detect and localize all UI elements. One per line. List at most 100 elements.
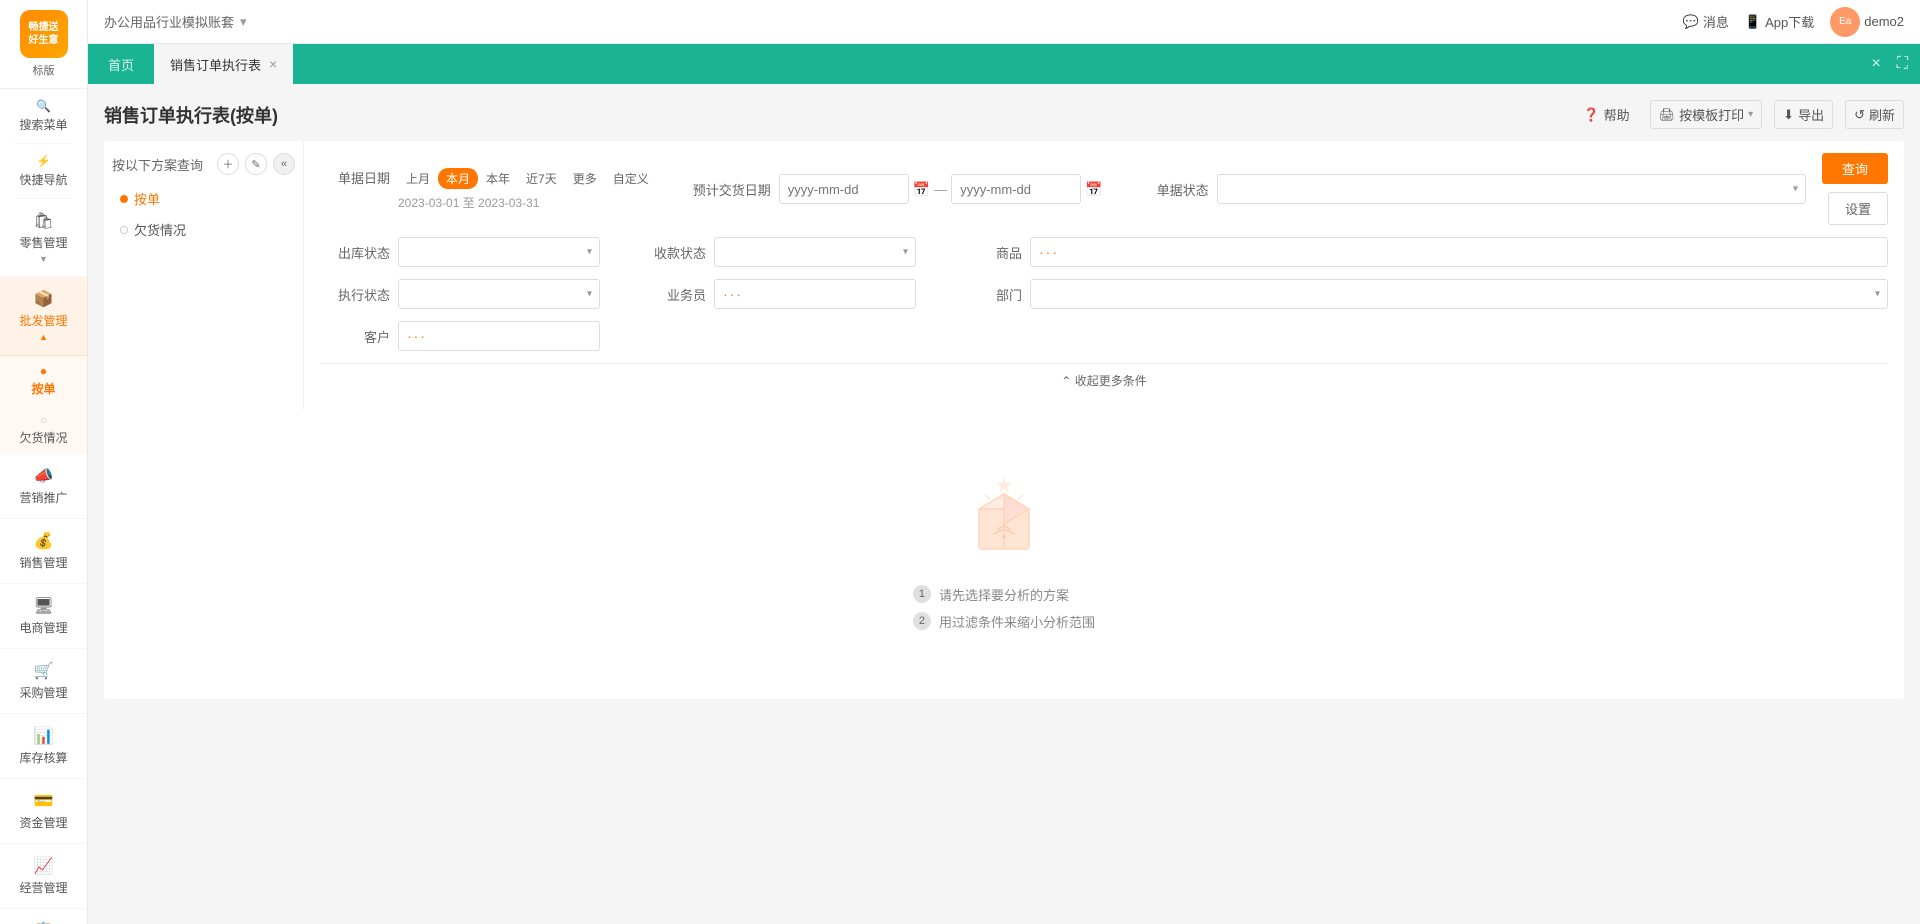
status-select[interactable] <box>1217 174 1806 204</box>
out-status-control: ▾ <box>398 237 600 267</box>
sidebar-item-purchase[interactable]: 🛒 采购管理 <box>0 649 87 714</box>
date-tab-custom[interactable]: 自定义 <box>605 168 657 189</box>
out-status-label: 出库状态 <box>320 243 390 262</box>
date-tab-last-month[interactable]: 上月 <box>398 168 438 189</box>
user-profile-button[interactable]: Ea demo2 <box>1830 7 1904 37</box>
scheme-item-shortage-label: 欠货情况 <box>134 220 186 239</box>
sidebar-item-operations[interactable]: 📈 经营管理 <box>0 844 87 909</box>
message-label: 消息 <box>1703 12 1729 31</box>
tab-fullscreen-button[interactable]: ⛶ <box>1893 51 1912 77</box>
quick-nav-icon: ⚡ <box>36 154 51 168</box>
page-header: 销售订单执行表(按单) ❓ 帮助 🖨 按模板打印 ▾ ⬇ 导出 ↺ 刷新 <box>104 100 1904 129</box>
exec-status-control: ▾ <box>398 279 600 309</box>
date-controls: 上月 本月 本年 近7天 更多 自定义 2023-03-01 至 2023-03… <box>398 168 657 211</box>
topbar-right: 💬 消息 📱 App下载 Ea demo2 <box>1683 7 1904 37</box>
quick-nav-label: 快捷导航 <box>19 171 67 188</box>
refresh-button[interactable]: ↺ 刷新 <box>1845 100 1904 129</box>
topbar-arrow[interactable]: ▾ <box>240 14 247 30</box>
filter-scheme-panel: 按以下方案查询 ＋ ✎ « 按单 欠货情况 <box>104 141 304 409</box>
expected-date-start[interactable] <box>779 174 909 204</box>
date-tab-this-year[interactable]: 本年 <box>478 168 518 189</box>
app-label: App下载 <box>1765 12 1814 31</box>
expected-date-range: 📅 — 📅 <box>779 174 1103 204</box>
goods-ellipsis-button[interactable]: ··· <box>1039 244 1059 260</box>
scheme-edit-button[interactable]: ✎ <box>245 153 267 175</box>
date-tab-7days[interactable]: 近7天 <box>518 168 565 189</box>
receive-status-group: 收款状态 ▾ <box>636 237 916 267</box>
exec-status-select[interactable] <box>398 279 600 309</box>
exec-status-label: 执行状态 <box>320 285 390 304</box>
finance-icon: 💳 <box>34 791 54 811</box>
scheme-item-order[interactable]: 按单 <box>112 183 295 214</box>
expected-date-end[interactable] <box>951 174 1081 204</box>
settings-button[interactable]: 设置 <box>1828 192 1888 225</box>
submenu-item-shortage[interactable]: ○ 欠货情况 <box>0 405 87 454</box>
scheme-add-button[interactable]: ＋ <box>217 153 239 175</box>
topbar-title-text: 办公用品行业模拟账套 <box>104 12 234 31</box>
marketing-icon: 📣 <box>34 466 54 486</box>
sidebar-item-ecommerce[interactable]: 🖥 电商管理 <box>0 584 87 649</box>
sidebar-item-inventory[interactable]: 📊 库存核算 <box>0 714 87 779</box>
query-button[interactable]: 查询 <box>1822 153 1888 184</box>
export-button[interactable]: ⬇ 导出 <box>1774 100 1833 129</box>
sidebar-item-marketing[interactable]: 📣 营销推广 <box>0 454 87 519</box>
calendar-start-icon[interactable]: 📅 <box>913 181 930 198</box>
scheme-collapse-button[interactable]: « <box>273 153 295 175</box>
print-button[interactable]: 🖨 按模板打印 ▾ <box>1650 100 1763 129</box>
search-icon: 🔍 <box>36 99 51 113</box>
submenu-item-order[interactable]: ● 按单 <box>0 356 87 405</box>
dept-select[interactable] <box>1030 279 1888 309</box>
tab-sales-order[interactable]: 销售订单执行表 × <box>154 44 293 84</box>
step-1-text: 请先选择要分析的方案 <box>939 585 1069 604</box>
out-status-select[interactable] <box>398 237 600 267</box>
avatar-text: Ea <box>1839 16 1851 27</box>
date-tab-more[interactable]: 更多 <box>565 168 605 189</box>
page-title: 销售订单执行表(按单) <box>104 102 278 128</box>
step-2-text: 用过滤条件来缩小分析范围 <box>939 612 1095 631</box>
scheme-item-shortage[interactable]: 欠货情况 <box>112 214 295 245</box>
receive-status-control: ▾ <box>714 237 916 267</box>
status-control: ▾ <box>1217 174 1806 204</box>
calendar-end-icon[interactable]: 📅 <box>1085 181 1102 198</box>
app-download-button[interactable]: 📱 App下载 <box>1745 12 1814 31</box>
step-2-number: 2 <box>913 612 931 630</box>
sidebar-item-basic[interactable]: 📋 基础信息 <box>0 909 87 924</box>
customer-group: 客户 ··· <box>320 321 600 351</box>
goods-group: 商品 ··· <box>952 237 1888 267</box>
ecommerce-label: 电商管理 <box>19 619 67 636</box>
empty-illustration <box>954 469 1054 569</box>
message-icon: 💬 <box>1683 14 1699 30</box>
tab-close-button[interactable]: × <box>269 56 277 72</box>
refresh-label: 刷新 <box>1869 105 1895 124</box>
tabbar-right: × ⛶ <box>1867 51 1920 77</box>
retail-label: 零售管理 <box>19 234 67 251</box>
receive-status-select[interactable] <box>714 237 916 267</box>
scheme-inactive-dot <box>120 226 128 234</box>
date-filter-group: 单据日期 上月 本月 本年 近7天 更多 自定义 20 <box>320 168 657 211</box>
status-label: 单据状态 <box>1139 180 1209 199</box>
tab-close-all-button[interactable]: × <box>1867 51 1884 77</box>
search-menu-item[interactable]: 🔍 搜索菜单 <box>15 89 71 144</box>
purchase-icon: 🛒 <box>34 661 54 681</box>
collapse-bar[interactable]: ⌃ 收起更多条件 <box>320 363 1888 397</box>
tab-home[interactable]: 首页 <box>88 44 154 84</box>
salesman-ellipsis-button[interactable]: ··· <box>723 286 743 302</box>
customer-ellipsis-button[interactable]: ··· <box>407 328 427 344</box>
salesman-group: 业务员 ··· <box>636 279 916 309</box>
message-button[interactable]: 💬 消息 <box>1683 12 1729 31</box>
marketing-label: 营销推广 <box>19 489 67 506</box>
exec-status-group: 执行状态 ▾ <box>320 279 600 309</box>
help-button[interactable]: ❓ 帮助 <box>1575 101 1637 128</box>
ecommerce-icon: 🖥 <box>33 596 53 616</box>
sidebar-item-retail[interactable]: 🛍 零售管理 ▼ <box>0 199 87 277</box>
date-tab-this-month[interactable]: 本月 <box>438 168 478 189</box>
topbar-title: 办公用品行业模拟账套 ▾ <box>104 12 247 31</box>
sidebar-item-finance[interactable]: 💳 资金管理 <box>0 779 87 844</box>
sidebar-item-sales[interactable]: 💰 销售管理 <box>0 519 87 584</box>
wholesale-label: 批发管理 <box>19 312 67 329</box>
scheme-icons: ＋ ✎ « <box>217 153 295 175</box>
empty-icon <box>954 469 1054 569</box>
quick-nav-item[interactable]: ⚡ 快捷导航 <box>15 144 71 199</box>
refresh-icon: ↺ <box>1854 107 1865 123</box>
sidebar-item-wholesale[interactable]: 📦 批发管理 ▲ <box>0 277 87 355</box>
